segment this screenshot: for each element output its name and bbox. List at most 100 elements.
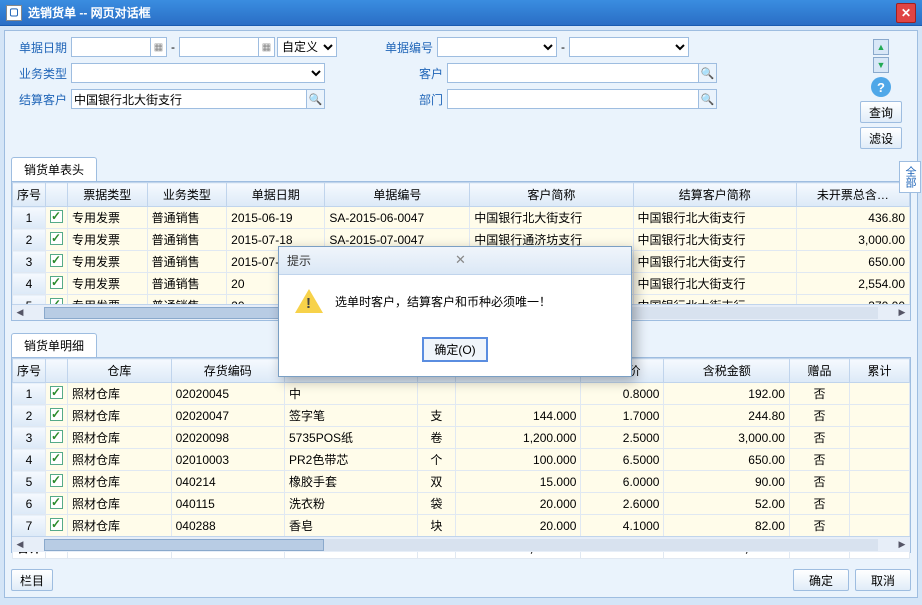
tab-detail[interactable]: 销货单明细	[11, 333, 97, 357]
table-row[interactable]: 4照材仓库02010003PR2色带芯个100.0006.5000650.00否	[13, 449, 910, 471]
row-checkbox[interactable]	[46, 383, 68, 405]
cell-ticket: 专用发票	[68, 207, 148, 229]
scroll-left-icon[interactable]: ◀	[12, 537, 28, 553]
row-checkbox[interactable]	[46, 427, 68, 449]
date-to-input[interactable]	[179, 37, 259, 57]
date-from-input[interactable]	[71, 37, 151, 57]
cell-cum	[849, 383, 909, 405]
column-header[interactable]: 客户简称	[470, 183, 633, 207]
table-row[interactable]: 7照材仓库040288香皂块20.0004.100082.00否	[13, 515, 910, 537]
dialog-ok-button[interactable]: 确定(O)	[422, 337, 487, 362]
column-header[interactable]: 未开票总含…	[796, 183, 909, 207]
row-checkbox[interactable]	[46, 405, 68, 427]
cell-amt: 2,554.00	[796, 273, 909, 295]
cell-unit: 卷	[417, 427, 455, 449]
close-icon[interactable]: ✕	[455, 252, 623, 269]
scroll-up-icon[interactable]: ▲	[873, 39, 889, 55]
cell-qty: 20.000	[455, 493, 581, 515]
columns-button[interactable]: 栏目	[11, 569, 53, 591]
scroll-right-icon[interactable]: ▶	[894, 537, 910, 553]
scroll-down-icon[interactable]: ▼	[873, 57, 889, 73]
cell-wh: 照材仓库	[68, 493, 172, 515]
scroll-buttons: ▲ ▼	[873, 39, 889, 73]
row-checkbox[interactable]	[46, 515, 68, 537]
cell-unit: 袋	[417, 493, 455, 515]
table-row[interactable]: 2照材仓库02020047签字笔支144.0001.7000244.80否	[13, 405, 910, 427]
column-header[interactable]: 结算客户简称	[633, 183, 796, 207]
row-checkbox[interactable]	[46, 493, 68, 515]
dept-input[interactable]	[447, 89, 699, 109]
cell-wh: 照材仓库	[68, 449, 172, 471]
customer-input[interactable]	[447, 63, 699, 83]
billno-from-select[interactable]	[437, 37, 557, 57]
search-icon[interactable]: 🔍	[699, 89, 717, 109]
row-checkbox[interactable]	[46, 471, 68, 493]
date-custom-select[interactable]: 自定义	[277, 37, 337, 57]
column-header[interactable]	[46, 359, 68, 383]
calendar-icon[interactable]: ▦	[151, 37, 167, 57]
calendar-icon[interactable]: ▦	[259, 37, 275, 57]
column-header[interactable]: 单据编号	[325, 183, 470, 207]
table-row[interactable]: 5照材仓库040214橡胶手套双15.0006.000090.00否	[13, 471, 910, 493]
cell-wh: 照材仓库	[68, 383, 172, 405]
row-checkbox[interactable]	[46, 449, 68, 471]
table-row[interactable]: 1照材仓库02020045中0.8000192.00否	[13, 383, 910, 405]
filter-button[interactable]: 滤设	[860, 127, 902, 149]
scroll-right-icon[interactable]: ▶	[894, 305, 910, 321]
cell-cum	[849, 515, 909, 537]
cell-unit: 个	[417, 449, 455, 471]
cell-name: 中	[285, 383, 418, 405]
billno-to-select[interactable]	[569, 37, 689, 57]
column-header[interactable]: 存货编码	[171, 359, 284, 383]
cell-name: 5735POS纸	[285, 427, 418, 449]
hscrollbar[interactable]: ◀ ▶	[12, 536, 910, 552]
cell-amt: 650.00	[796, 251, 909, 273]
column-header[interactable]: 含税金额	[664, 359, 790, 383]
search-icon[interactable]: 🔍	[699, 63, 717, 83]
row-checkbox[interactable]	[46, 251, 68, 273]
column-header[interactable]: 赠品	[789, 359, 849, 383]
cell-name: 橡胶手套	[285, 471, 418, 493]
column-header[interactable]: 累计	[849, 359, 909, 383]
cell-name: 签字笔	[285, 405, 418, 427]
cell-wh: 照材仓库	[68, 427, 172, 449]
row-seq: 3	[13, 427, 46, 449]
cell-gift: 否	[789, 405, 849, 427]
cell-code: 02020098	[171, 427, 284, 449]
row-seq: 5	[13, 471, 46, 493]
tab-header[interactable]: 销货单表头	[11, 157, 97, 181]
table-row[interactable]: 6照材仓库040115洗衣粉袋20.0002.600052.00否	[13, 493, 910, 515]
cell-qty: 20.000	[455, 515, 581, 537]
row-checkbox[interactable]	[46, 273, 68, 295]
dialog-title: 提示	[287, 252, 455, 269]
search-icon[interactable]: 🔍	[307, 89, 325, 109]
cell-price: 6.5000	[581, 449, 664, 471]
column-header[interactable]: 仓库	[68, 359, 172, 383]
biztype-select[interactable]	[71, 63, 325, 83]
row-seq: 2	[13, 405, 46, 427]
table-row[interactable]: 1专用发票普通销售2015-06-19SA-2015-06-0047中国银行北大…	[13, 207, 910, 229]
column-header[interactable]	[46, 183, 68, 207]
row-checkbox[interactable]	[46, 229, 68, 251]
settlecust-input[interactable]	[71, 89, 307, 109]
help-icon[interactable]: ?	[871, 77, 891, 97]
scroll-thumb[interactable]	[44, 539, 324, 551]
column-header[interactable]: 序号	[13, 183, 46, 207]
dialog-titlebar: 提示 ✕	[279, 247, 631, 275]
cell-amt: 3,000.00	[796, 229, 909, 251]
column-header[interactable]: 票据类型	[68, 183, 148, 207]
ok-button[interactable]: 确定	[793, 569, 849, 591]
column-header[interactable]: 业务类型	[147, 183, 227, 207]
cell-name: 洗衣粉	[285, 493, 418, 515]
column-header[interactable]: 单据日期	[227, 183, 325, 207]
scroll-left-icon[interactable]: ◀	[12, 305, 28, 321]
cell-biz: 普通销售	[147, 229, 227, 251]
query-button[interactable]: 查询	[860, 101, 902, 123]
column-header[interactable]: 序号	[13, 359, 46, 383]
cancel-button[interactable]: 取消	[855, 569, 911, 591]
table-row[interactable]: 3照材仓库020200985735POS纸卷1,200.0002.50003,0…	[13, 427, 910, 449]
row-checkbox[interactable]	[46, 207, 68, 229]
side-tab[interactable]: 全部	[899, 161, 921, 193]
cell-wh: 照材仓库	[68, 515, 172, 537]
close-icon[interactable]: ✕	[896, 3, 916, 23]
